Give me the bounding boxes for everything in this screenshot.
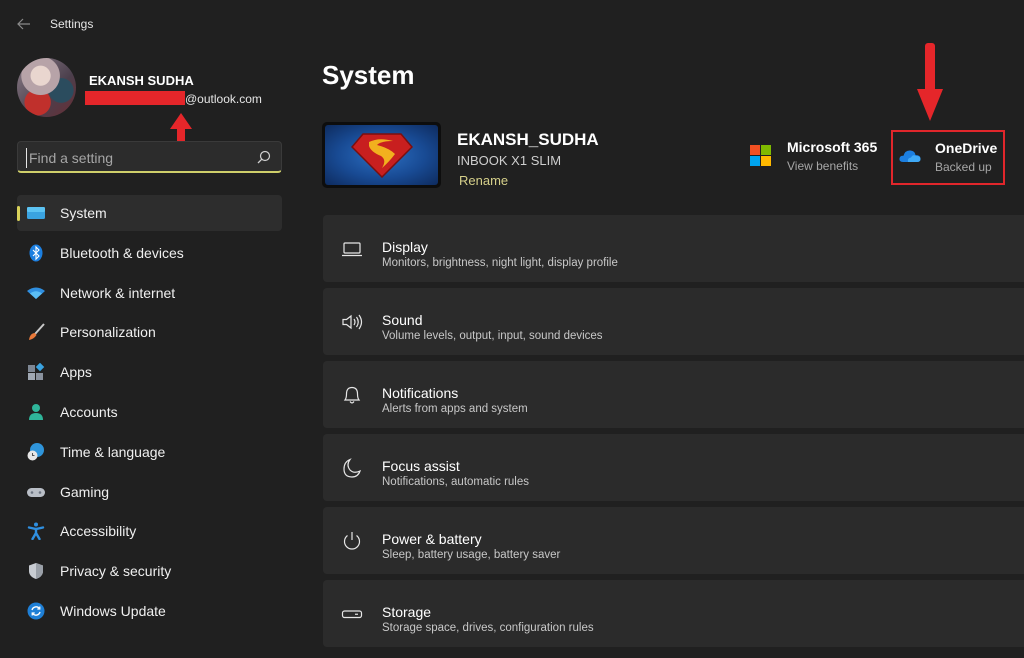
settings-card-display[interactable]: Display Monitors, brightness, night ligh… (323, 215, 1024, 282)
rename-link[interactable]: Rename (459, 173, 508, 188)
profile-name: EKANSH SUDHA (89, 73, 194, 88)
device-name: EKANSH_SUDHA (457, 130, 599, 149)
quick-link-subtitle: Backed up (935, 160, 992, 174)
microsoft-365-link[interactable]: Microsoft 365 View benefits (750, 135, 890, 180)
sidebar-item-gaming[interactable]: Gaming (17, 474, 282, 510)
power-icon (343, 532, 361, 550)
bluetooth-icon (29, 244, 43, 262)
update-icon (27, 602, 45, 620)
card-subtitle: Volume levels, output, input, sound devi… (382, 330, 603, 342)
sidebar-item-accounts[interactable]: Accounts (17, 394, 282, 430)
sidebar-item-label: Personalization (60, 324, 156, 341)
title-bar: Settings (0, 0, 1024, 48)
onedrive-cloud-icon (899, 150, 921, 162)
arrow-left-icon (17, 18, 30, 30)
card-subtitle: Monitors, brightness, night light, displ… (382, 257, 618, 269)
settings-card-storage[interactable]: Storage Storage space, drives, configura… (323, 580, 1024, 647)
back-button[interactable] (14, 14, 34, 34)
person-icon (29, 403, 43, 420)
sidebar-item-label: Network & internet (60, 284, 176, 301)
sidebar-item-label: Apps (60, 364, 92, 381)
card-title: Display (382, 239, 428, 255)
globe-clock-icon (27, 442, 44, 461)
settings-list: Display Monitors, brightness, night ligh… (323, 215, 1024, 653)
sidebar-item-network[interactable]: Network & internet (17, 275, 282, 311)
sidebar-nav: System Bluetooth & devices Network & int… (17, 195, 282, 633)
search-box[interactable] (17, 141, 282, 173)
paintbrush-icon (29, 323, 45, 341)
storage-drive-icon (341, 610, 363, 619)
sidebar-item-label: Bluetooth & devices (60, 244, 184, 261)
bell-icon (343, 386, 361, 404)
card-subtitle: Storage space, drives, configuration rul… (382, 622, 594, 634)
annotation-arrow-down-icon (917, 43, 943, 121)
device-wallpaper-thumbnail (322, 122, 441, 188)
settings-card-focus-assist[interactable]: Focus assist Notifications, automatic ru… (323, 434, 1024, 501)
sidebar-item-windows-update[interactable]: Windows Update (17, 593, 282, 629)
settings-card-power-battery[interactable]: Power & battery Sleep, battery usage, ba… (323, 507, 1024, 574)
card-title: Power & battery (382, 531, 482, 547)
sidebar-item-label: Accessibility (60, 523, 137, 540)
sidebar-item-personalization[interactable]: Personalization (17, 314, 282, 350)
user-profile[interactable]: EKANSH SUDHA @outlook.com (17, 58, 297, 118)
onedrive-link[interactable]: OneDrive Backed up (891, 130, 1005, 185)
monitor-icon (27, 207, 45, 219)
card-subtitle: Sleep, battery usage, battery saver (382, 549, 561, 561)
settings-card-notifications[interactable]: Notifications Alerts from apps and syste… (323, 361, 1024, 428)
speaker-icon (342, 314, 363, 330)
superman-logo-icon (350, 133, 413, 178)
sidebar-item-label: Accounts (60, 403, 118, 420)
email-domain: @outlook.com (185, 92, 262, 106)
sidebar-item-apps[interactable]: Apps (17, 354, 282, 390)
quick-link-subtitle: View benefits (787, 159, 859, 173)
sidebar-item-time-language[interactable]: Time & language (17, 434, 282, 470)
shield-icon (29, 563, 43, 580)
quick-link-title: OneDrive (935, 140, 998, 156)
sidebar-item-label: Privacy & security (60, 563, 172, 580)
sidebar-item-system[interactable]: System (17, 195, 282, 231)
device-model: INBOOK X1 SLIM (457, 153, 562, 168)
card-title: Sound (382, 312, 423, 328)
page-title: System (322, 60, 415, 90)
card-title: Focus assist (382, 458, 460, 474)
avatar (17, 58, 76, 117)
card-title: Storage (382, 604, 432, 620)
search-input[interactable] (26, 148, 246, 168)
app-title: Settings (50, 17, 94, 31)
laptop-icon (342, 242, 362, 257)
moon-icon (343, 458, 362, 478)
sidebar-item-label: Time & language (60, 443, 166, 460)
card-subtitle: Notifications, automatic rules (382, 476, 530, 488)
wifi-icon (27, 287, 45, 299)
search-icon[interactable] (257, 150, 271, 164)
sidebar-item-label: System (60, 205, 107, 221)
gamepad-icon (27, 487, 45, 497)
sidebar-item-label: Windows Update (60, 602, 166, 619)
card-title: Notifications (382, 385, 459, 401)
card-subtitle: Alerts from apps and system (382, 403, 528, 415)
apps-icon (28, 363, 45, 381)
sidebar-item-label: Gaming (60, 483, 110, 500)
accessibility-icon (27, 522, 45, 541)
quick-link-title: Microsoft 365 (787, 139, 878, 155)
settings-card-sound[interactable]: Sound Volume levels, output, input, soun… (323, 288, 1024, 355)
sidebar-item-accessibility[interactable]: Accessibility (17, 513, 282, 549)
microsoft-logo-icon (750, 145, 772, 167)
wallpaper-image (325, 125, 438, 185)
sidebar-item-bluetooth[interactable]: Bluetooth & devices (17, 235, 282, 271)
sidebar-item-privacy-security[interactable]: Privacy & security (17, 553, 282, 589)
redaction-bar (85, 91, 185, 105)
profile-email: @outlook.com (85, 91, 262, 106)
